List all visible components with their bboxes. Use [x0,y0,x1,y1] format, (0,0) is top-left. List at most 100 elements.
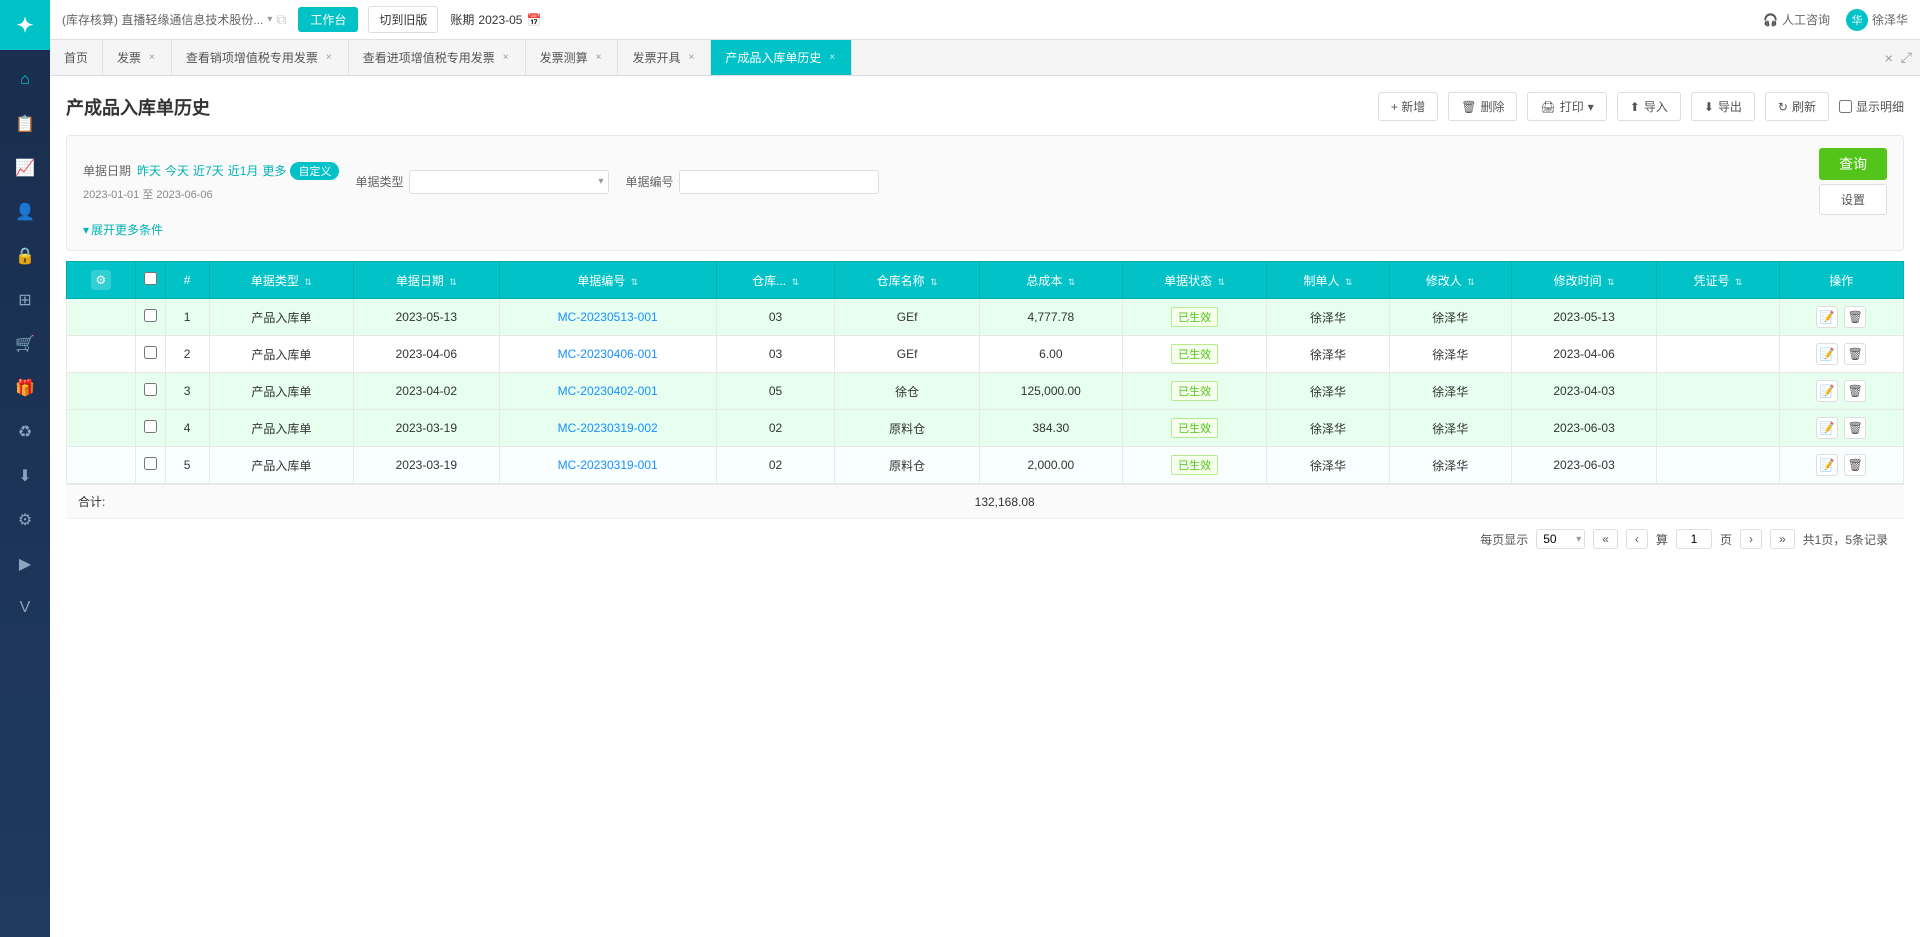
warehouse-code-column-header[interactable]: 仓库... ⇅ [716,262,835,299]
app-logo[interactable]: ✦ [0,0,50,50]
last-page-button[interactable]: » [1770,529,1795,549]
total-cost-column-header[interactable]: 总成本 ⇅ [979,262,1122,299]
modifier-column-header[interactable]: 修改人 ⇅ [1389,262,1511,299]
sidebar-icon-shield[interactable]: 🔒 [5,236,45,276]
sidebar-icon-home[interactable]: ⌂ [5,60,45,100]
show-detail-checkbox[interactable]: 显示明细 [1839,98,1904,115]
date-custom-tag[interactable]: 自定义 [290,162,339,180]
user-menu[interactable]: 华 徐泽华 [1846,9,1908,31]
number-cell[interactable]: MC-20230406-001 [499,336,716,373]
sidebar-icon-settings[interactable]: ⚙ [5,500,45,540]
status-column-header[interactable]: 单据状态 ⇅ [1122,262,1267,299]
search-button[interactable]: 查询 [1819,148,1887,180]
tab-close-icon[interactable]: × [324,52,334,63]
delete-row-button[interactable]: 🗑 [1844,343,1866,365]
row-checkbox[interactable] [144,383,157,396]
next-page-button[interactable]: › [1740,529,1762,549]
tab-invoice[interactable]: 发票 × [103,40,172,75]
edit-row-button[interactable]: 📝 [1816,343,1838,365]
expand-icon[interactable]: ⤢ [1901,49,1912,66]
sidebar-icon-recycle[interactable]: ♻ [5,412,45,452]
row-checkbox[interactable] [144,420,157,433]
set-button[interactable]: 设置 [1819,184,1887,215]
tab-home[interactable]: 首页 [50,40,103,75]
close-all-icon[interactable]: × [1885,50,1893,66]
sidebar-icon-gift[interactable]: 🎁 [5,368,45,408]
date-column-header[interactable]: 单据日期 ⇅ [354,262,499,299]
row-checkbox[interactable] [144,457,157,470]
per-page-select[interactable]: 20 50 100 200 [1536,529,1585,549]
tab-close-icon[interactable]: × [594,52,604,63]
sidebar-icon-person[interactable]: 👤 [5,192,45,232]
tab-close-icon[interactable]: × [686,52,696,63]
tab-close-icon[interactable]: × [501,52,511,63]
voucher-column-header[interactable]: 凭证号 ⇅ [1657,262,1779,299]
sidebar-icon-play[interactable]: ▶ [5,544,45,584]
tab-close-icon[interactable]: × [827,52,837,63]
edit-row-button[interactable]: 📝 [1816,454,1838,476]
row-checkbox[interactable] [144,346,157,359]
export-button[interactable]: ⬇ 导出 [1691,92,1755,121]
tab-close-icon[interactable]: × [147,52,157,63]
sidebar-icon-download[interactable]: ⬇ [5,456,45,496]
sidebar-icon-grid[interactable]: ⊞ [5,280,45,320]
row-checkbox[interactable] [144,309,157,322]
import-button[interactable]: ⬆ 导入 [1617,92,1681,121]
checkbox-cell[interactable] [135,336,165,373]
date-link-1month[interactable]: 近1月 [228,162,259,179]
date-link-yesterday[interactable]: 昨天 [137,162,161,179]
delete-row-button[interactable]: 🗑 [1844,454,1866,476]
number-cell[interactable]: MC-20230402-001 [499,373,716,410]
first-page-button[interactable]: « [1593,529,1618,549]
settings-column-header[interactable]: ⚙ [67,262,136,299]
delete-row-button[interactable]: 🗑 [1844,306,1866,328]
type-column-header[interactable]: 单据类型 ⇅ [209,262,354,299]
copy-icon[interactable]: ⧉ [276,11,286,28]
show-detail-input[interactable] [1839,100,1852,113]
date-link-7days[interactable]: 近7天 [193,162,224,179]
edit-row-button[interactable]: 📝 [1816,306,1838,328]
tab-sales-invoice[interactable]: 查看销项增值税专用发票 × [172,40,349,75]
number-cell[interactable]: MC-20230319-001 [499,447,716,484]
sidebar-icon-v[interactable]: V [5,588,45,628]
table-settings-icon[interactable]: ⚙ [91,270,111,290]
checkbox-cell[interactable] [135,410,165,447]
delete-button[interactable]: 🗑 删除 [1448,92,1517,121]
checkbox-cell[interactable] [135,447,165,484]
delete-row-button[interactable]: 🗑 [1844,417,1866,439]
creator-column-header[interactable]: 制单人 ⇅ [1267,262,1389,299]
checkbox-column-header[interactable] [135,262,165,299]
number-cell[interactable]: MC-20230513-001 [499,299,716,336]
date-link-more[interactable]: 更多 [262,162,286,179]
edit-row-button[interactable]: 📝 [1816,417,1838,439]
new-button[interactable]: + 新增 [1378,92,1438,121]
checkbox-cell[interactable] [135,373,165,410]
select-all-checkbox[interactable] [144,272,157,285]
calendar-icon[interactable]: 📅 [526,13,541,27]
tab-invoice-issue[interactable]: 发票开具 × [618,40,711,75]
delete-row-button[interactable]: 🗑 [1844,380,1866,402]
sidebar-icon-cart[interactable]: 🛒 [5,324,45,364]
consult-button[interactable]: 🎧 人工咨询 [1763,11,1830,28]
tab-purchase-invoice[interactable]: 查看进项增值税专用发票 × [349,40,526,75]
modify-time-column-header[interactable]: 修改时间 ⇅ [1511,262,1656,299]
date-link-today[interactable]: 今天 [165,162,189,179]
expand-more-button[interactable]: ▾ 展开更多条件 [83,221,1887,238]
print-button[interactable]: 🖨 打印 ▾ [1527,92,1606,121]
sidebar-icon-chart[interactable]: 📈 [5,148,45,188]
sidebar-icon-document[interactable]: 📋 [5,104,45,144]
number-filter-input[interactable] [679,170,879,194]
tab-product-inbound-history[interactable]: 产成品入库单历史 × [711,40,852,75]
prev-page-button[interactable]: ‹ [1626,529,1648,549]
page-number-input[interactable] [1676,529,1712,549]
checkbox-cell[interactable] [135,299,165,336]
tab-invoice-calc[interactable]: 发票测算 × [526,40,619,75]
edit-row-button[interactable]: 📝 [1816,380,1838,402]
type-select[interactable]: 产品入库单 [409,170,609,194]
number-column-header[interactable]: 单据编号 ⇅ [499,262,716,299]
switch-version-button[interactable]: 切到旧版 [368,6,438,33]
number-cell[interactable]: MC-20230319-002 [499,410,716,447]
workbench-button[interactable]: 工作台 [298,7,358,32]
refresh-button[interactable]: ↻ 刷新 [1765,92,1829,121]
warehouse-name-column-header[interactable]: 仓库名称 ⇅ [835,262,980,299]
